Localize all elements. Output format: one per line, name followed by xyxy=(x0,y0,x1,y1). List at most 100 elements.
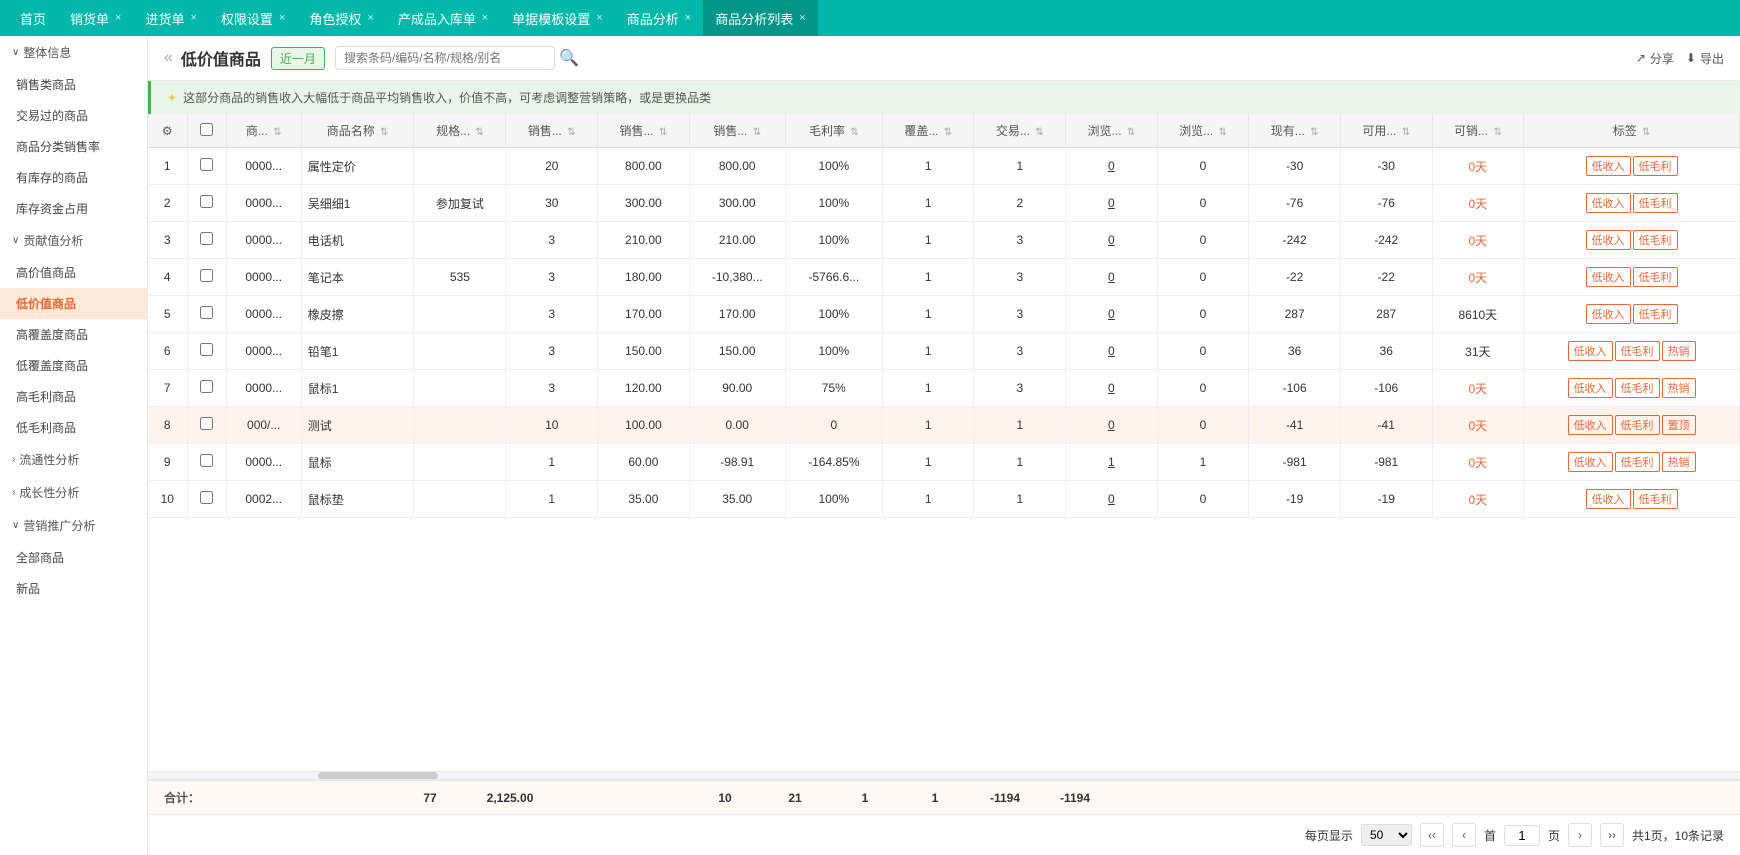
view1[interactable]: 0 xyxy=(1066,148,1158,185)
row-checkbox[interactable] xyxy=(200,380,213,393)
row-checkbox-cell[interactable] xyxy=(187,259,226,296)
settings-column-header[interactable]: ⚙ xyxy=(148,114,187,148)
nav-role[interactable]: 角色授权 × xyxy=(297,0,385,36)
sidebar-item-high-value[interactable]: 高价值商品 xyxy=(0,257,147,288)
sidebar-item-all-products[interactable]: 全部商品 xyxy=(0,542,147,573)
code-column-header[interactable]: 商... ⇅ xyxy=(226,114,301,148)
view1[interactable]: 0 xyxy=(1066,407,1158,444)
row-checkbox-cell[interactable] xyxy=(187,333,226,370)
row-checkbox-cell[interactable] xyxy=(187,407,226,444)
view-link[interactable]: 0 xyxy=(1108,233,1115,247)
view-link[interactable]: 1 xyxy=(1108,455,1115,469)
first-page-button[interactable]: ‹‹ xyxy=(1420,823,1444,847)
table-row[interactable]: 10 0002... 鼠标垫 1 35.00 35.00 100% 1 1 0 … xyxy=(148,481,1740,518)
sidebar-item-capital[interactable]: 库存资金占用 xyxy=(0,193,147,224)
close-icon[interactable]: × xyxy=(685,12,691,24)
table-row[interactable]: 2 0000... 吴细细1 参加复试 30 300.00 300.00 100… xyxy=(148,185,1740,222)
close-icon[interactable]: × xyxy=(799,12,805,24)
nav-purchase-order[interactable]: 进货单 × xyxy=(133,0,208,36)
current-page-input[interactable] xyxy=(1504,825,1540,846)
sidebar-item-low-margin[interactable]: 低毛利商品 xyxy=(0,412,147,443)
sidebar-section-circulation[interactable]: › 流通性分析 xyxy=(0,443,147,476)
view1[interactable]: 0 xyxy=(1066,481,1158,518)
trade-column-header[interactable]: 交易... ⇅ xyxy=(974,114,1066,148)
view-link[interactable]: 0 xyxy=(1108,492,1115,506)
table-row[interactable]: 6 0000... 铅笔1 3 150.00 150.00 100% 1 3 0… xyxy=(148,333,1740,370)
view1-column-header[interactable]: 浏览... ⇅ xyxy=(1066,114,1158,148)
close-icon[interactable]: × xyxy=(596,12,602,24)
sidebar-section-growth[interactable]: › 成长性分析 xyxy=(0,476,147,509)
coverage-column-header[interactable]: 覆盖... ⇅ xyxy=(882,114,974,148)
available-column-header[interactable]: 可用... ⇅ xyxy=(1340,114,1432,148)
row-checkbox[interactable] xyxy=(200,195,213,208)
view2-column-header[interactable]: 浏览... ⇅ xyxy=(1157,114,1249,148)
view1[interactable]: 0 xyxy=(1066,370,1158,407)
select-all-checkbox[interactable] xyxy=(200,123,213,136)
close-icon[interactable]: × xyxy=(279,12,285,24)
sidebar-item-high-margin[interactable]: 高毛利商品 xyxy=(0,381,147,412)
nav-home[interactable]: 首页 xyxy=(8,0,58,36)
sales-price-column-header[interactable]: 销售... ⇅ xyxy=(598,114,690,148)
sidebar-section-contribution[interactable]: ∨ 贡献值分析 xyxy=(0,224,147,257)
checkbox-column-header[interactable] xyxy=(187,114,226,148)
view-link[interactable]: 0 xyxy=(1108,196,1115,210)
view1[interactable]: 1 xyxy=(1066,444,1158,481)
product-name[interactable]: 铅笔1 xyxy=(301,333,414,370)
row-checkbox[interactable] xyxy=(200,158,213,171)
table-row[interactable]: 4 0000... 笔记本 535 3 180.00 -10,380... -5… xyxy=(148,259,1740,296)
nav-product-analysis[interactable]: 商品分析 × xyxy=(615,0,703,36)
next-page-button[interactable]: › xyxy=(1568,823,1592,847)
sidebar-section-marketing[interactable]: ∨ 营销推广分析 xyxy=(0,509,147,542)
view-link[interactable]: 0 xyxy=(1108,381,1115,395)
row-checkbox-cell[interactable] xyxy=(187,222,226,259)
view-link[interactable]: 0 xyxy=(1108,344,1115,358)
view1[interactable]: 0 xyxy=(1066,185,1158,222)
product-name[interactable]: 电话机 xyxy=(301,222,414,259)
view-link[interactable]: 0 xyxy=(1108,270,1115,284)
product-name[interactable]: 鼠标垫 xyxy=(301,481,414,518)
sidebar-item-category-rate[interactable]: 商品分类销售率 xyxy=(0,131,147,162)
product-name[interactable]: 鼠标 xyxy=(301,444,414,481)
tags-column-header[interactable]: 标签 ⇅ xyxy=(1524,114,1740,148)
view1[interactable]: 0 xyxy=(1066,333,1158,370)
row-checkbox[interactable] xyxy=(200,491,213,504)
spec-column-header[interactable]: 规格... ⇅ xyxy=(414,114,506,148)
collapse-button[interactable]: « xyxy=(164,49,173,67)
gross-rate-column-header[interactable]: 毛利率 ⇅ xyxy=(785,114,882,148)
nav-template[interactable]: 单据模板设置 × xyxy=(500,0,614,36)
horizontal-scrollbar[interactable] xyxy=(148,771,1740,779)
table-row[interactable]: 3 0000... 电话机 3 210.00 210.00 100% 1 3 0… xyxy=(148,222,1740,259)
view-link[interactable]: 0 xyxy=(1108,159,1115,173)
view1[interactable]: 0 xyxy=(1066,259,1158,296)
search-icon[interactable]: 🔍 xyxy=(559,48,579,68)
last-page-button[interactable]: ›› xyxy=(1600,823,1624,847)
sales-gross-column-header[interactable]: 销售... ⇅ xyxy=(689,114,785,148)
row-checkbox-cell[interactable] xyxy=(187,185,226,222)
sidebar-item-sales-products[interactable]: 销售类商品 xyxy=(0,69,147,100)
close-icon[interactable]: × xyxy=(367,12,373,24)
sidebar-item-high-coverage[interactable]: 高覆盖度商品 xyxy=(0,319,147,350)
table-row[interactable]: 7 0000... 鼠标1 3 120.00 90.00 75% 1 3 0 0… xyxy=(148,370,1740,407)
nav-product-analysis-list[interactable]: 商品分析列表 × xyxy=(703,0,817,36)
nav-sales-order[interactable]: 销货单 × xyxy=(58,0,133,36)
current-column-header[interactable]: 现有... ⇅ xyxy=(1249,114,1341,148)
view-link[interactable]: 0 xyxy=(1108,418,1115,432)
sidebar-item-low-value[interactable]: 低价值商品 xyxy=(0,288,147,319)
per-page-select[interactable]: 50 100 200 xyxy=(1361,824,1412,846)
share-button[interactable]: ↗ 分享 xyxy=(1636,50,1674,67)
close-icon[interactable]: × xyxy=(115,12,121,24)
row-checkbox-cell[interactable] xyxy=(187,148,226,185)
row-checkbox[interactable] xyxy=(200,417,213,430)
row-checkbox[interactable] xyxy=(200,269,213,282)
product-name[interactable]: 测试 xyxy=(301,407,414,444)
product-name[interactable]: 属性定价 xyxy=(301,148,414,185)
product-name[interactable]: 橡皮擦 xyxy=(301,296,414,333)
prev-page-button[interactable]: ‹ xyxy=(1452,823,1476,847)
product-name[interactable]: 笔记本 xyxy=(301,259,414,296)
row-checkbox-cell[interactable] xyxy=(187,296,226,333)
sidebar-item-traded-products[interactable]: 交易过的商品 xyxy=(0,100,147,131)
product-name[interactable]: 吴细细1 xyxy=(301,185,414,222)
product-name[interactable]: 鼠标1 xyxy=(301,370,414,407)
close-icon[interactable]: × xyxy=(190,12,196,24)
nav-permission[interactable]: 权限设置 × xyxy=(209,0,297,36)
